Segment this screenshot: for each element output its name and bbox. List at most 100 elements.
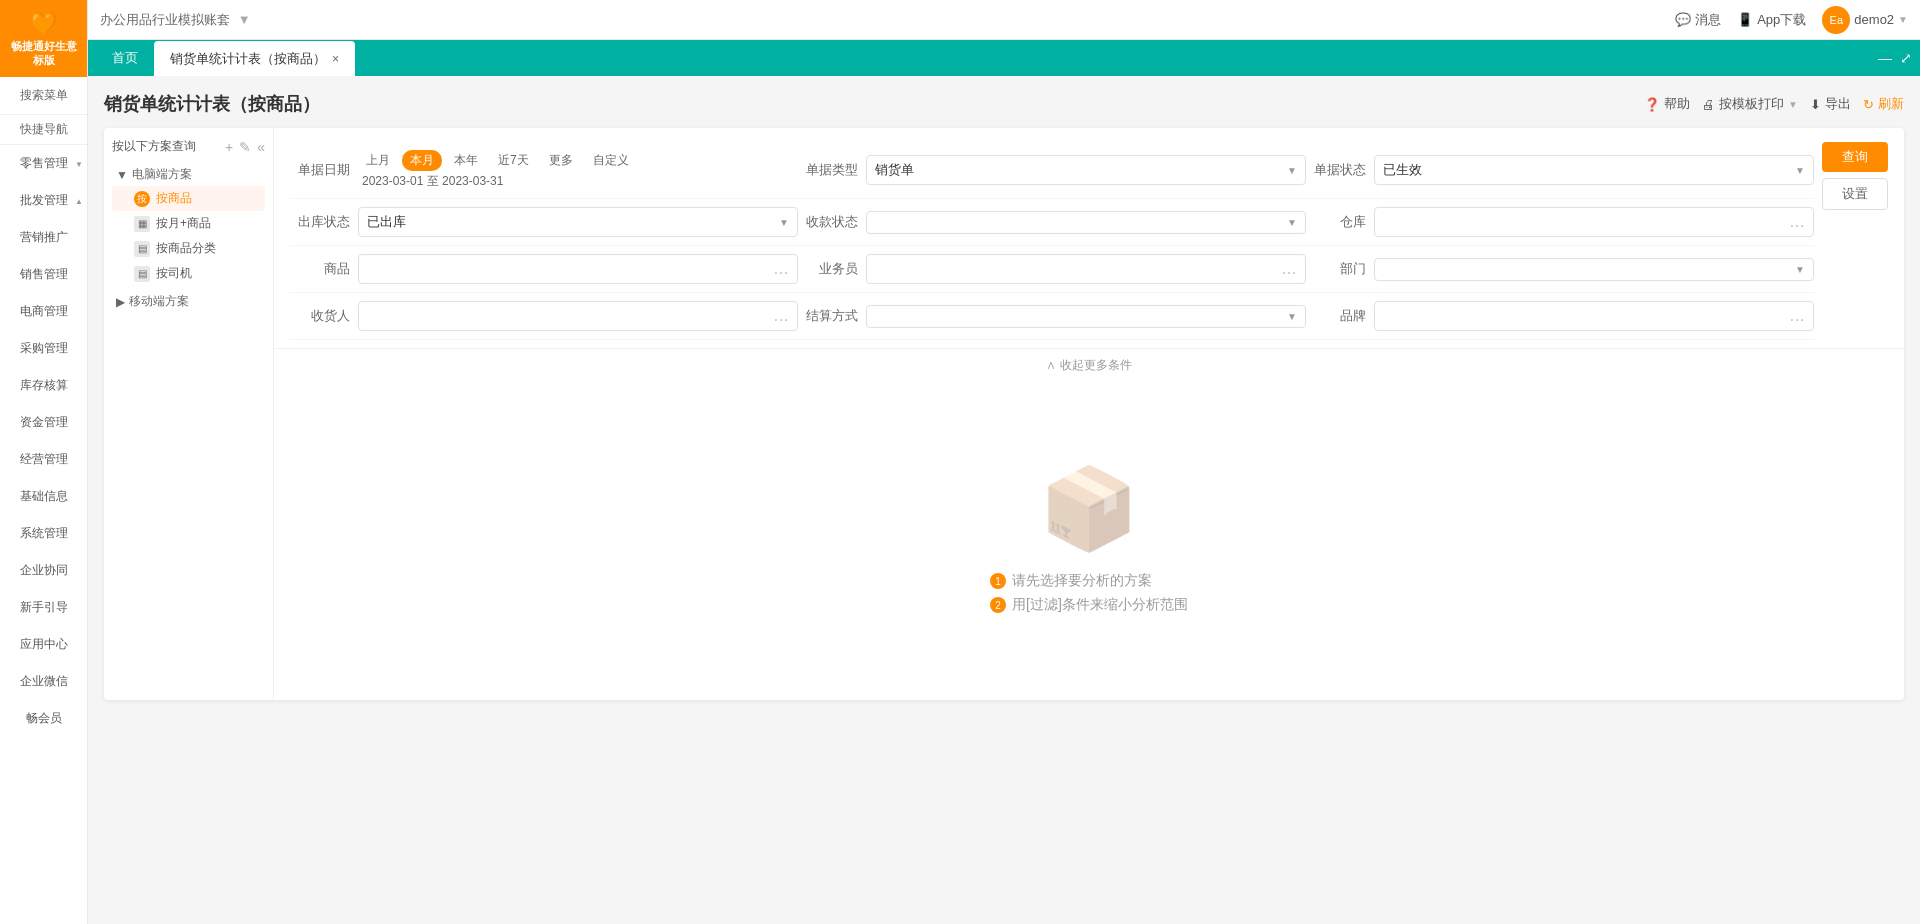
sidebar-item-member[interactable]: 畅会员 xyxy=(0,700,87,737)
export-action[interactable]: ⬇ 导出 xyxy=(1810,95,1851,113)
date-label: 单据日期 xyxy=(290,161,358,179)
salesperson-input[interactable]: … xyxy=(866,254,1306,284)
tab-minimize-icon[interactable]: — xyxy=(1878,50,1892,66)
sidebar-item-sales[interactable]: 销售管理 xyxy=(0,256,87,293)
sidebar-item-operations[interactable]: 经营管理 xyxy=(0,441,87,478)
empty-step1-num: 1 xyxy=(990,573,1006,589)
tab-home[interactable]: 首页 xyxy=(96,40,154,76)
product-dots[interactable]: … xyxy=(773,260,789,278)
warehouse-dots[interactable]: … xyxy=(1789,213,1805,231)
tabbar: 首页 销货单统计计表（按商品） × — ⤢ xyxy=(88,40,1920,76)
sidebar-item-ecommerce[interactable]: 电商管理 xyxy=(0,293,87,330)
sidebar-item-wholesale[interactable]: 批发管理 xyxy=(0,182,87,219)
sidebar-search[interactable]: 搜索菜单 xyxy=(0,77,87,115)
brand-input[interactable]: … xyxy=(1374,301,1814,331)
salesperson-label: 业务员 xyxy=(798,260,866,278)
right-panel: 单据日期 上月 本月 本年 近7天 更多 自定义 xyxy=(274,128,1904,700)
out-status-select[interactable]: 已出库 ▼ xyxy=(358,207,798,237)
scheme-item-by-product[interactable]: 按 按商品 xyxy=(112,186,265,211)
scheme-item-circle-icon: 按 xyxy=(134,191,150,207)
out-status-arrow: ▼ xyxy=(779,217,789,228)
filter-out-status: 出库状态 已出库 ▼ xyxy=(290,199,798,246)
tabbar-right: — ⤢ xyxy=(1878,50,1912,66)
doc-status-arrow: ▼ xyxy=(1795,165,1805,176)
sidebar-item-basic[interactable]: 基础信息 xyxy=(0,478,87,515)
sidebar-item-retail[interactable]: 零售管理 xyxy=(0,145,87,182)
date-tab-more[interactable]: 更多 xyxy=(541,150,581,171)
message-label: 消息 xyxy=(1695,11,1721,29)
user-dropdown-arrow: ▼ xyxy=(1898,14,1908,25)
department-select[interactable]: ▼ xyxy=(1374,258,1814,281)
help-action[interactable]: ❓ 帮助 xyxy=(1644,95,1690,113)
scheme-group-mobile-header[interactable]: ▶ 移动端方案 xyxy=(112,290,265,313)
date-tab-custom[interactable]: 自定义 xyxy=(585,150,637,171)
scheme-item-label3: 按商品分类 xyxy=(156,240,216,257)
payment-select[interactable]: ▼ xyxy=(866,305,1306,328)
sidebar-item-enterprise[interactable]: 企业协同 xyxy=(0,552,87,589)
empty-step2-text: 用[过滤]条件来缩小分析范围 xyxy=(1012,596,1188,614)
recipient-input[interactable]: … xyxy=(358,301,798,331)
sidebar-item-purchase[interactable]: 采购管理 xyxy=(0,330,87,367)
print-dropdown-arrow[interactable]: ▼ xyxy=(1788,99,1798,110)
sidebar-item-newguide[interactable]: 新手引导 xyxy=(0,589,87,626)
doc-status-select[interactable]: 已生效 ▼ xyxy=(1374,155,1814,185)
sidebar-item-wechat[interactable]: 企业微信 xyxy=(0,663,87,700)
sidebar-item-system[interactable]: 系统管理 xyxy=(0,515,87,552)
sidebar-item-appcenter[interactable]: 应用中心 xyxy=(0,626,87,663)
help-label: 帮助 xyxy=(1664,95,1690,113)
scheme-tree: ▼ 电脑端方案 按 按商品 ▦ 按月+商品 ▤ xyxy=(112,163,265,313)
print-action[interactable]: 🖨 按模板打印 ▼ xyxy=(1702,95,1798,113)
sidebar-item-finance[interactable]: 资金管理 xyxy=(0,404,87,441)
product-input[interactable]: … xyxy=(358,254,798,284)
tab-maximize-icon[interactable]: ⤢ xyxy=(1900,50,1912,66)
collapse-more-button[interactable]: ∧ 收起更多条件 xyxy=(274,348,1904,382)
brand-dots[interactable]: … xyxy=(1789,307,1805,325)
scheme-item-label4: 按司机 xyxy=(156,265,192,282)
receipt-status-select[interactable]: ▼ xyxy=(866,211,1306,234)
date-range-text: 2023-03-01 至 2023-03-31 xyxy=(362,173,798,190)
industry-arrow[interactable]: ▼ xyxy=(238,12,251,27)
topbar: 办公用品行业模拟账套 ▼ 💬 消息 📱 App下载 Ea demo2 ▼ xyxy=(88,0,1920,40)
doc-type-select[interactable]: 销货单 ▼ xyxy=(866,155,1306,185)
date-tab-thismonth[interactable]: 本月 xyxy=(402,150,442,171)
scheme-item-by-cashier[interactable]: ▤ 按司机 xyxy=(112,261,265,286)
query-button[interactable]: 查询 xyxy=(1822,142,1888,172)
refresh-action[interactable]: ↻ 刷新 xyxy=(1863,95,1904,113)
page-actions: ❓ 帮助 🖨 按模板打印 ▼ ⬇ 导出 ↻ 刷新 xyxy=(1644,95,1904,113)
empty-step1-text: 请先选择要分析的方案 xyxy=(1012,572,1152,590)
recipient-dots[interactable]: … xyxy=(773,307,789,325)
scheme-group-arrow: ▼ xyxy=(116,168,128,182)
page-header: 销货单统计计表（按商品） ❓ 帮助 🖨 按模板打印 ▼ ⬇ 导出 ↻ 刷新 xyxy=(104,92,1904,116)
sidebar-item-marketing[interactable]: 营销推广 xyxy=(0,219,87,256)
sidebar-item-inventory[interactable]: 库存核算 xyxy=(0,367,87,404)
scheme-group-desktop-header[interactable]: ▼ 电脑端方案 xyxy=(112,163,265,186)
date-tab-7days[interactable]: 近7天 xyxy=(490,150,537,171)
scheme-collapse-icon[interactable]: « xyxy=(257,139,265,155)
scheme-group-desktop: ▼ 电脑端方案 按 按商品 ▦ 按月+商品 ▤ xyxy=(112,163,265,286)
date-tab-thisyear[interactable]: 本年 xyxy=(446,150,486,171)
filter-area: 单据日期 上月 本月 本年 近7天 更多 自定义 xyxy=(290,142,1814,340)
date-tab-lastmonth[interactable]: 上月 xyxy=(358,150,398,171)
filter-product: 商品 … xyxy=(290,246,798,293)
setting-button[interactable]: 设置 xyxy=(1822,178,1888,210)
scheme-edit-icon[interactable]: ✎ xyxy=(239,139,251,155)
export-icon: ⬇ xyxy=(1810,97,1821,112)
app-download-action[interactable]: 📱 App下载 xyxy=(1737,11,1806,29)
tab-sales-stats[interactable]: 销货单统计计表（按商品） × xyxy=(154,41,355,77)
filter-payment: 结算方式 ▼ xyxy=(798,293,1306,340)
sidebar-quicknav[interactable]: 快捷导航 xyxy=(0,115,87,145)
filter-row-2: 出库状态 已出库 ▼ 收款状态 ▼ xyxy=(290,199,1814,246)
tab-close-button[interactable]: × xyxy=(332,52,339,66)
scheme-item-label: 按商品 xyxy=(156,190,192,207)
brand-label: 品牌 xyxy=(1306,307,1374,325)
warehouse-input[interactable]: … xyxy=(1374,207,1814,237)
sidebar-logo[interactable]: 🧡 畅捷通好生意 标版 xyxy=(0,0,87,77)
scheme-item-by-category[interactable]: ▤ 按商品分类 xyxy=(112,236,265,261)
warehouse-label: 仓库 xyxy=(1306,213,1374,231)
scheme-item-by-month-product[interactable]: ▦ 按月+商品 xyxy=(112,211,265,236)
scheme-add-icon[interactable]: + xyxy=(225,139,233,155)
user-action[interactable]: Ea demo2 ▼ xyxy=(1822,6,1908,34)
salesperson-dots[interactable]: … xyxy=(1281,260,1297,278)
message-action[interactable]: 💬 消息 xyxy=(1675,11,1721,29)
scheme-group-mobile-label: 移动端方案 xyxy=(129,293,189,310)
